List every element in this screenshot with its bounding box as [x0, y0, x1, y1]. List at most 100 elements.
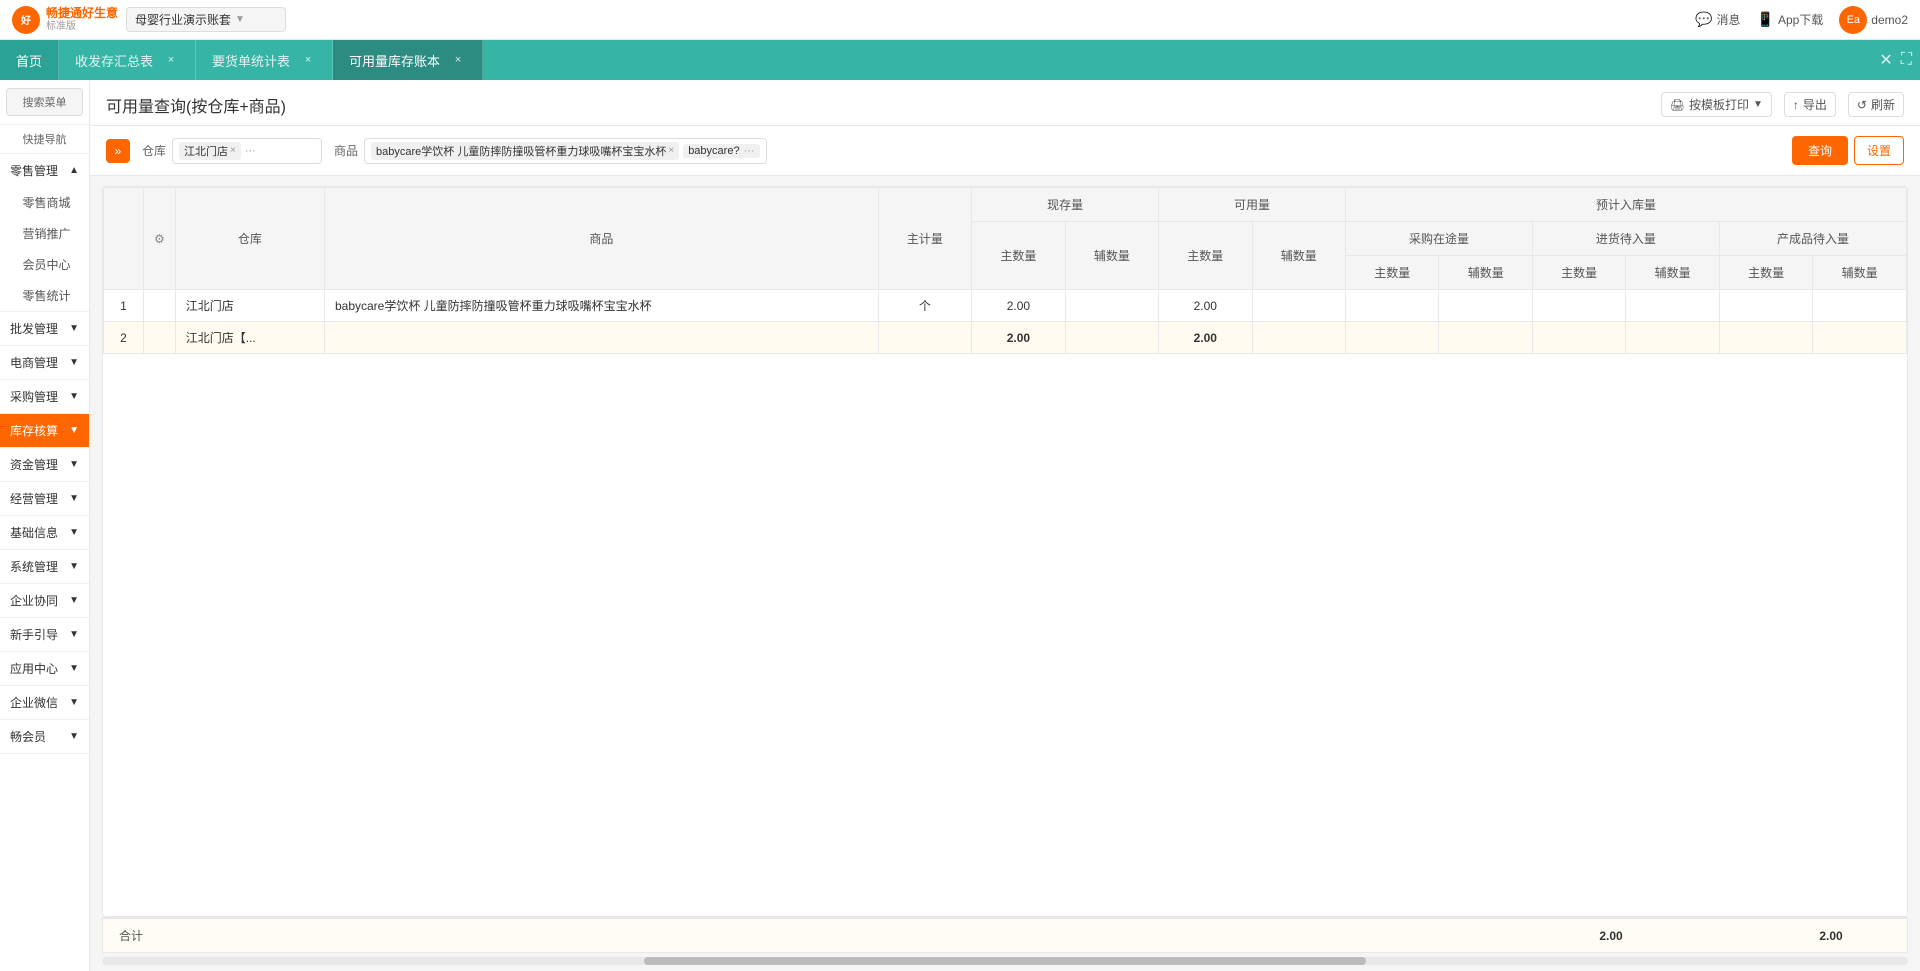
- basic-group-header[interactable]: 基础信息 ▼: [0, 516, 89, 549]
- order-stats-label: 要货单统计表: [212, 51, 290, 70]
- th-pending-production: 产成品待入量: [1719, 222, 1906, 256]
- warehouse-tag-1: 江北门店 ×: [179, 142, 241, 160]
- chevron-icon-14: ▼: [69, 731, 79, 742]
- tab-order-stats[interactable]: 要货单统计表 ×: [196, 40, 333, 80]
- sidebar-group-retail: 零售管理 ▲ 零售商城 营销推广 会员中心 零售统计: [0, 154, 89, 312]
- row1-avail-main: 2.00: [1159, 290, 1252, 322]
- th-avail-aux: 辅数量: [1252, 222, 1345, 290]
- row1-warehouse: 江北门店: [175, 290, 324, 322]
- printer-icon: 🖨: [1670, 98, 1685, 112]
- tab-home[interactable]: 首页: [0, 40, 59, 80]
- quick-nav-btn[interactable]: 快捷导航: [8, 131, 81, 147]
- scroll-thumb[interactable]: [644, 957, 1366, 965]
- purchase-group-header[interactable]: 采购管理 ▼: [0, 380, 89, 413]
- inventory-group-header[interactable]: 库存核算 ▼: [0, 414, 89, 447]
- row2-current-main: 2.00: [972, 322, 1065, 354]
- warehouse-filter-group: 仓库 江北门店 × ···: [142, 138, 322, 164]
- th-current-main: 主数量: [972, 222, 1065, 290]
- template-print-btn[interactable]: 🖨 按模板打印 ▼: [1661, 92, 1772, 117]
- refresh-btn[interactable]: ↺ 刷新: [1848, 92, 1904, 117]
- wholesale-group-label: 批发管理: [10, 320, 58, 337]
- ecommerce-group-header[interactable]: 电商管理 ▼: [0, 346, 89, 379]
- th-avail-main: 主数量: [1159, 222, 1252, 290]
- sidebar-item-member[interactable]: 会员中心: [0, 249, 89, 280]
- query-btn[interactable]: 查询: [1792, 136, 1848, 165]
- export-label: 导出: [1803, 96, 1827, 113]
- close-order-stats-tab[interactable]: ×: [300, 52, 316, 68]
- sidebar: 搜索菜单 快捷导航 零售管理 ▲ 零售商城 营销推广 会员中心 零售统计 批发管…: [0, 80, 90, 971]
- retail-group-header[interactable]: 零售管理 ▲: [0, 154, 89, 187]
- logo-subtitle: 标准版: [46, 21, 118, 33]
- enterprise-group-header[interactable]: 企业协同 ▼: [0, 584, 89, 617]
- warehouse-filter-tags[interactable]: 江北门店 × ···: [172, 138, 322, 164]
- top-bar-right: 💬 消息 📱 App下载 Ea demo2: [1695, 6, 1908, 34]
- export-btn[interactable]: ↑ 导出: [1784, 92, 1836, 117]
- th-main-unit: 主计量: [878, 188, 971, 290]
- filter-more-warehouse[interactable]: ···: [245, 145, 256, 157]
- sidebar-group-operation: 经营管理 ▼: [0, 482, 89, 516]
- product-tag-1-close[interactable]: ×: [668, 145, 674, 156]
- th-forecast: 预计入库量: [1346, 188, 1907, 222]
- company-selector[interactable]: 母婴行业演示账套 ▼: [126, 7, 286, 32]
- product-filter-group: 商品 babycare学饮杯 儿童防摔防撞吸管杯重力球吸嘴杯宝宝水杯 × bab…: [334, 138, 767, 164]
- sidebar-item-retail-mall[interactable]: 零售商城: [0, 187, 89, 218]
- enterprise-group-label: 企业协同: [10, 592, 58, 609]
- row1-index: 1: [104, 290, 144, 322]
- filter-expand-btn[interactable]: »: [106, 139, 130, 163]
- vip-group-header[interactable]: 畅会员 ▼: [0, 720, 89, 753]
- chevron-icon-9: ▼: [69, 561, 79, 572]
- close-window-btn[interactable]: ✕: [1879, 50, 1892, 70]
- appcenter-group-header[interactable]: 应用中心 ▼: [0, 652, 89, 685]
- inventory-group-label: 库存核算: [10, 422, 58, 439]
- product-filter-tags[interactable]: babycare学饮杯 儿童防摔防撞吸管杯重力球吸嘴杯宝宝水杯 × babyca…: [364, 138, 767, 164]
- wholesale-group-header[interactable]: 批发管理 ▼: [0, 312, 89, 345]
- settings-btn[interactable]: 设置: [1854, 136, 1904, 165]
- sidebar-group-vip: 畅会员 ▼: [0, 720, 89, 754]
- maximize-btn[interactable]: ⛶: [1901, 51, 1912, 69]
- quick-nav-area: 快捷导航: [0, 125, 89, 154]
- page-header-actions: 🖨 按模板打印 ▼ ↑ 导出 ↺ 刷新: [1661, 92, 1904, 117]
- user-menu[interactable]: Ea demo2: [1839, 6, 1908, 34]
- finance-group-header[interactable]: 资金管理 ▼: [0, 448, 89, 481]
- sidebar-group-newbie: 新手引导 ▼: [0, 618, 89, 652]
- th-settings[interactable]: ⚙: [144, 188, 176, 290]
- th-prod-main: 主数量: [1719, 256, 1812, 290]
- row2-current-aux: [1065, 322, 1158, 354]
- th-current-aux: 辅数量: [1065, 222, 1158, 290]
- th-arr-aux: 辅数量: [1626, 256, 1719, 290]
- row2-arr-aux: [1626, 322, 1719, 354]
- chevron-icon-10: ▼: [69, 595, 79, 606]
- close-available-stock-tab[interactable]: ×: [450, 52, 466, 68]
- summary-current-main: 2.00: [1551, 929, 1671, 943]
- tab-income-expense[interactable]: 收发存汇总表 ×: [59, 40, 196, 80]
- row1-arr-main: [1532, 290, 1625, 322]
- operation-group-header[interactable]: 经营管理 ▼: [0, 482, 89, 515]
- tab-available-stock[interactable]: 可用量库存账本 ×: [333, 40, 483, 80]
- horizontal-scrollbar[interactable]: [102, 957, 1908, 965]
- logo-icon: 好: [12, 6, 40, 34]
- search-menu-btn[interactable]: 搜索菜单: [6, 88, 83, 116]
- app-download-btn[interactable]: 📱 App下载: [1757, 11, 1824, 28]
- ent-wechat-group-header[interactable]: 企业微信 ▼: [0, 686, 89, 719]
- system-group-header[interactable]: 系统管理 ▼: [0, 550, 89, 583]
- th-purchase-transit: 采购在途量: [1346, 222, 1533, 256]
- sidebar-search-area: 搜索菜单: [0, 80, 89, 125]
- newbie-group-header[interactable]: 新手引导 ▼: [0, 618, 89, 651]
- row2-checkbox: [144, 322, 176, 354]
- row2-prod-main: [1719, 322, 1812, 354]
- warehouse-tag-close[interactable]: ×: [230, 145, 236, 156]
- ecommerce-group-label: 电商管理: [10, 354, 58, 371]
- th-warehouse: 仓库: [175, 188, 324, 290]
- close-income-expense-tab[interactable]: ×: [163, 52, 179, 68]
- message-btn[interactable]: 💬 消息: [1695, 11, 1740, 28]
- row1-unit: 个: [878, 290, 971, 322]
- sidebar-item-marketing[interactable]: 营销推广: [0, 218, 89, 249]
- sidebar-group-finance: 资金管理 ▼: [0, 448, 89, 482]
- product-more[interactable]: ···: [744, 145, 755, 157]
- sidebar-group-appcenter: 应用中心 ▼: [0, 652, 89, 686]
- sidebar-group-ent-wechat: 企业微信 ▼: [0, 686, 89, 720]
- row2-index: 2: [104, 322, 144, 354]
- sidebar-item-retail-stats[interactable]: 零售统计: [0, 280, 89, 311]
- logo-text-group: 畅捷通好生意 标准版: [46, 6, 118, 32]
- retail-group-label: 零售管理: [10, 162, 58, 179]
